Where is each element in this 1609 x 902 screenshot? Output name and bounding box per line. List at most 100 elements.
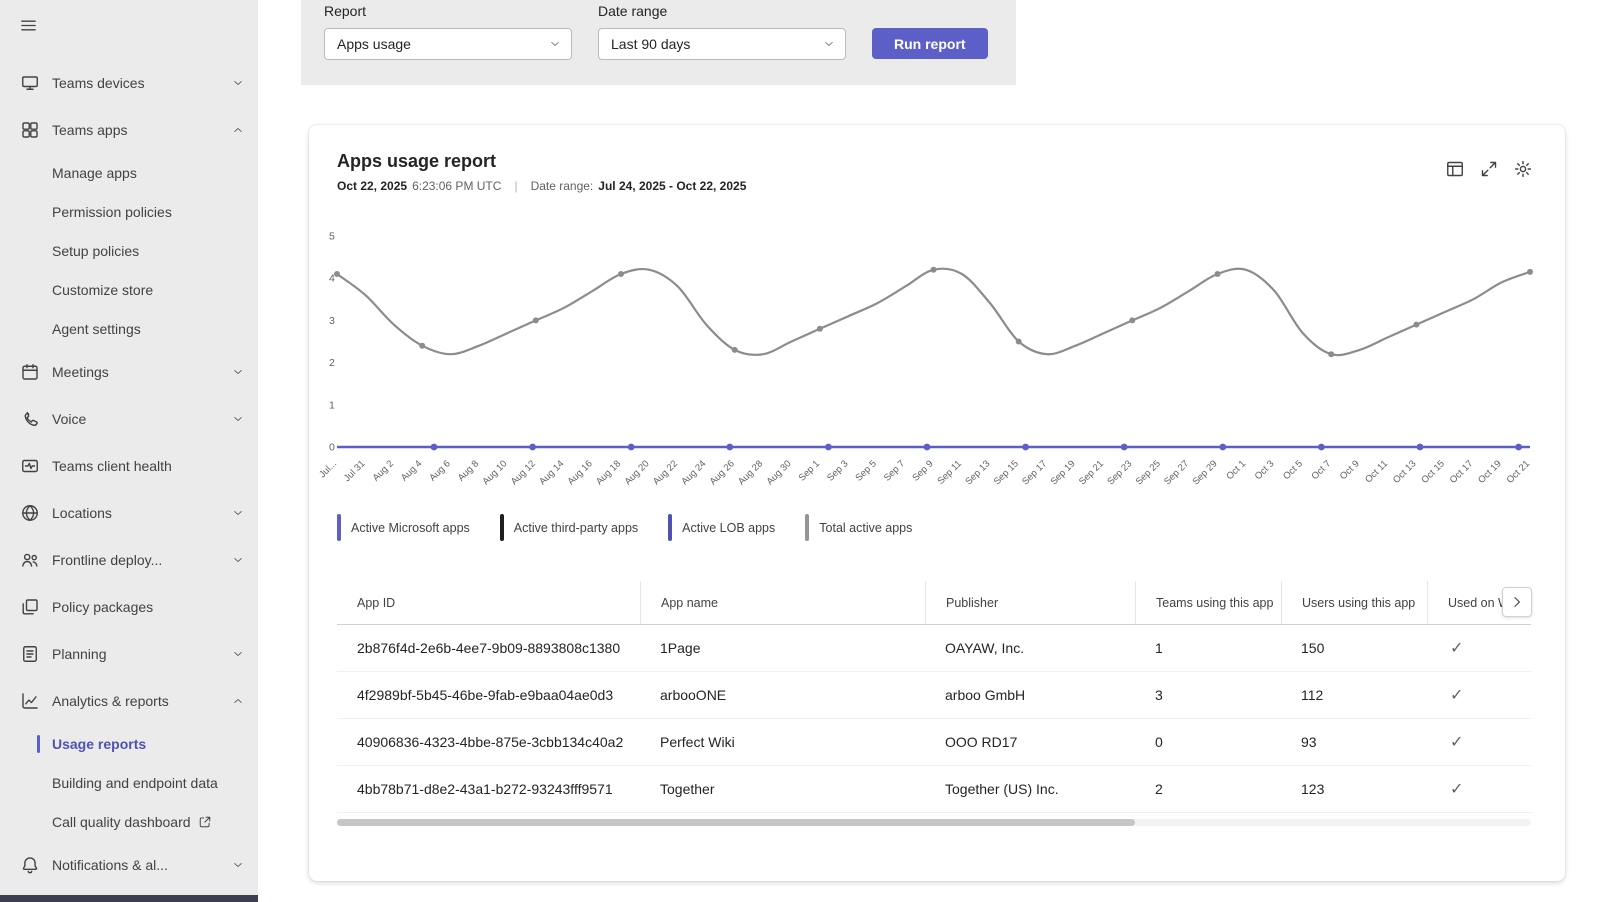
- export-to-excel-button[interactable]: [1441, 155, 1469, 183]
- report-select[interactable]: Apps usage: [324, 28, 572, 60]
- teams-using-cell: 1: [1155, 640, 1163, 656]
- sidebar-item-permission-policies[interactable]: Permission policies: [0, 192, 258, 231]
- sidebar-item-policy-packages[interactable]: Policy packages: [0, 583, 258, 630]
- svg-text:Sep 17: Sep 17: [1020, 458, 1049, 487]
- run-report-button[interactable]: Run report: [872, 28, 988, 59]
- fullscreen-button[interactable]: [1475, 155, 1503, 183]
- apps-icon: [20, 120, 40, 140]
- table-header-row: App ID App name Publisher Teams using this …: [337, 581, 1531, 625]
- settings-gear-button[interactable]: [1509, 155, 1537, 183]
- svg-text:Sep 29: Sep 29: [1191, 458, 1220, 487]
- svg-text:Sep 3: Sep 3: [825, 458, 850, 483]
- column-header-publisher: Publisher: [925, 581, 1135, 624]
- svg-text:5: 5: [329, 231, 335, 243]
- svg-text:Oct 21: Oct 21: [1505, 458, 1533, 486]
- chevron-right-icon: [1509, 594, 1525, 610]
- svg-text:Aug 24: Aug 24: [679, 458, 708, 487]
- svg-text:Sep 21: Sep 21: [1077, 458, 1106, 487]
- sidebar-item-locations[interactable]: Locations: [0, 489, 258, 536]
- horizontal-scrollbar[interactable]: [337, 819, 1531, 826]
- chevron-down-icon: [823, 38, 835, 50]
- svg-text:1: 1: [329, 399, 335, 411]
- legend-item-total-active-apps[interactable]: Total active apps: [805, 514, 912, 541]
- sidebar-item-label: Voice: [52, 410, 87, 427]
- chevron-up-icon: [232, 695, 244, 707]
- chevron-down-icon: [232, 554, 244, 566]
- svg-text:Aug 10: Aug 10: [480, 458, 509, 487]
- sidebar-item-customize-store[interactable]: Customize store: [0, 270, 258, 309]
- date-range-select-field: Date range Last 90 days: [598, 3, 846, 60]
- sidebar-item-label: Agent settings: [52, 320, 141, 337]
- chevron-up-icon: [232, 124, 244, 136]
- date-range-select[interactable]: Last 90 days: [598, 28, 846, 60]
- sidebar-item-setup-policies[interactable]: Setup policies: [0, 231, 258, 270]
- users-using-cell: 123: [1301, 781, 1325, 797]
- chevron-down-icon: [232, 366, 244, 378]
- sidebar-item-notifications-al[interactable]: Notifications & al...: [0, 841, 258, 888]
- app-id-cell: 4bb78b71-d8e2-43a1-b272-93243fff9571: [357, 781, 613, 797]
- svg-text:Sep 25: Sep 25: [1134, 458, 1163, 487]
- sidebar-item-voice[interactable]: Voice: [0, 395, 258, 442]
- sidebar-item-teams-apps[interactable]: Teams apps: [0, 106, 258, 153]
- chevron-down-icon: [232, 507, 244, 519]
- svg-text:Oct 7: Oct 7: [1309, 458, 1333, 482]
- legend-item-active-lob-apps[interactable]: Active LOB apps: [668, 514, 775, 541]
- svg-text:Sep 7: Sep 7: [882, 458, 907, 483]
- sidebar-item-analytics-reports[interactable]: Analytics & reports: [0, 677, 258, 724]
- planning-icon: [20, 644, 40, 664]
- used-on-windows-checkmark: ✓: [1450, 687, 1464, 704]
- hamburger-menu-button[interactable]: [16, 13, 40, 37]
- svg-text:Oct 1: Oct 1: [1224, 458, 1248, 482]
- users-using-cell: 93: [1301, 734, 1317, 750]
- chevron-down-icon: [232, 648, 244, 660]
- date-range-select-label: Date range: [598, 3, 668, 19]
- fullscreen-icon: [1479, 159, 1499, 179]
- teams-using-cell: 0: [1155, 734, 1163, 750]
- svg-text:2: 2: [329, 357, 335, 369]
- sidebar-item-label: Building and endpoint data: [52, 774, 218, 791]
- sidebar-nav: Teams devices Teams apps Manage apps Permis…: [0, 59, 258, 888]
- apps-usage-table: App ID App name Publisher Teams using this …: [337, 581, 1531, 813]
- horizontal-scrollbar-thumb[interactable]: [337, 819, 1135, 826]
- table-scroll-right-button[interactable]: [1502, 587, 1532, 617]
- sidebar-item-teams-devices[interactable]: Teams devices: [0, 59, 258, 106]
- date-range-select-value: Last 90 days: [611, 36, 691, 52]
- svg-text:Oct 17: Oct 17: [1448, 458, 1476, 486]
- report-title: Apps usage report: [337, 151, 497, 171]
- svg-text:Aug 2: Aug 2: [371, 458, 396, 483]
- sidebar-item-call-quality-dashboard[interactable]: Call quality dashboard: [0, 802, 258, 841]
- sidebar-item-agent-settings[interactable]: Agent settings: [0, 309, 258, 348]
- legend-item-active-microsoft-apps[interactable]: Active Microsoft apps: [337, 514, 470, 541]
- sidebar-item-frontline-deploy[interactable]: Frontline deploy...: [0, 536, 258, 583]
- svg-text:Aug 14: Aug 14: [537, 458, 566, 487]
- chevron-down-icon: [549, 38, 561, 50]
- y-axis-labels: 012345: [329, 231, 335, 454]
- sidebar-item-teams-client-health[interactable]: Teams client health: [0, 442, 258, 489]
- svg-text:Aug 28: Aug 28: [736, 458, 765, 487]
- app-name-cell: Together: [660, 781, 715, 797]
- sidebar-item-planning[interactable]: Planning: [0, 630, 258, 677]
- legend-label: Active LOB apps: [682, 520, 776, 535]
- external-link-icon: [198, 815, 212, 829]
- svg-text:Sep 23: Sep 23: [1105, 458, 1134, 487]
- legend-item-active-third-party-apps[interactable]: Active third-party apps: [499, 514, 638, 541]
- sidebar-item-label: Planning: [52, 645, 107, 662]
- sidebar-item-building-and-endpoint-data[interactable]: Building and endpoint data: [0, 763, 258, 802]
- report-select-label: Report: [324, 3, 367, 19]
- sidebar-item-manage-apps[interactable]: Manage apps: [0, 153, 258, 192]
- table-row: 4f2989bf-5b45-46be-9fab-e9baa04ae0d3 arbo…: [337, 672, 1531, 719]
- legend-color-bar: [499, 514, 504, 541]
- report-select-value: Apps usage: [337, 36, 411, 52]
- sidebar-item-meetings[interactable]: Meetings: [0, 348, 258, 395]
- sidebar-item-label: Teams devices: [52, 74, 145, 91]
- publisher-cell: OOO RD17: [945, 734, 1018, 750]
- sidebar-item-label: Notifications & al...: [52, 856, 168, 873]
- total-active-apps-markers: [334, 266, 1533, 358]
- svg-text:Aug 6: Aug 6: [427, 458, 452, 483]
- chevron-down-icon: [232, 859, 244, 871]
- chart-legend: Active Microsoft apps Active third-party …: [337, 514, 912, 541]
- sidebar-item-usage-reports[interactable]: Usage reports: [0, 724, 258, 763]
- svg-text:Sep 11: Sep 11: [935, 458, 964, 487]
- svg-text:Sep 19: Sep 19: [1049, 458, 1078, 487]
- svg-text:Oct 5: Oct 5: [1281, 458, 1305, 482]
